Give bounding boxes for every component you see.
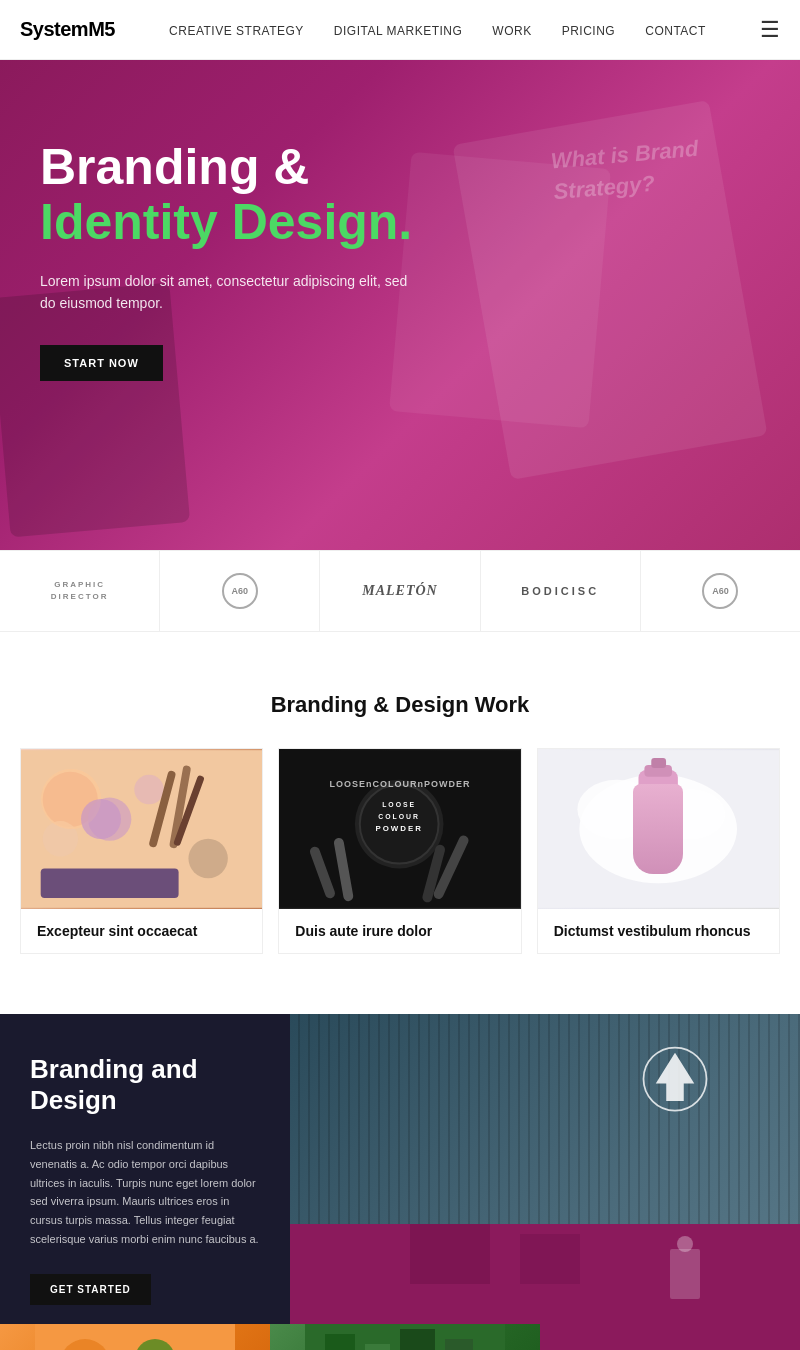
work-card-1-caption: Excepteur sint occaecat: [21, 909, 262, 953]
work-card-3-caption: Dictumst vestibulum rhoncus: [538, 909, 779, 953]
hero-title-line2: Identity Design.: [40, 195, 460, 250]
nav-item-digital[interactable]: DIGITAL MARKETING: [334, 21, 463, 39]
hero-subtitle: Lorem ipsum dolor sit amet, consectetur …: [40, 270, 420, 315]
work-card-1-image: [21, 749, 262, 909]
bottom-img-1-svg: [0, 1324, 270, 1350]
nav-link-pricing[interactable]: PRICING: [562, 24, 616, 38]
logo-bar-item-4: BODICISC: [481, 551, 641, 631]
hero-cta-button[interactable]: START NOW: [40, 345, 163, 381]
logo-5: A60: [702, 573, 738, 609]
bottom-right-text: Corporate Identity: [540, 1324, 800, 1350]
work-section-title: Branding & Design Work: [20, 692, 780, 718]
logo-bar-item-3: Maletón: [320, 551, 480, 631]
nav-link-contact[interactable]: CONTACT: [645, 24, 706, 38]
powder-svg: LOOSE COLOUR POWDER: [279, 749, 520, 909]
svg-point-4: [134, 775, 164, 805]
bottom-img-2-svg: [270, 1324, 540, 1350]
brand-logo[interactable]: SystemM5: [20, 18, 115, 41]
logo-bar-item-1: GRAPHICDIRECTOR: [0, 551, 160, 631]
svg-point-9: [188, 839, 227, 878]
feature-section: Branding and Design Lectus proin nibh ni…: [0, 1014, 800, 1324]
nav-item-contact[interactable]: CONTACT: [645, 21, 706, 39]
svg-text:VENUS: VENUS: [648, 814, 668, 820]
logo-2: A60: [222, 573, 258, 609]
svg-text:POWDER: POWDER: [376, 824, 423, 833]
svg-point-2: [88, 797, 131, 840]
feature-title: Branding and Design: [30, 1054, 260, 1116]
bottom-teaser: Corporate Identity: [0, 1324, 800, 1350]
work-section: Branding & Design Work Excepteur s: [0, 632, 800, 994]
lotion-svg: VENUS: [538, 749, 779, 909]
logo-1: GRAPHICDIRECTOR: [51, 579, 109, 603]
work-card-2-image: LOOSE COLOUR POWDER: [279, 749, 520, 909]
hero-section: What is BrandStrategy? Branding & Identi…: [0, 60, 800, 550]
svg-point-22: [577, 780, 656, 839]
svg-rect-40: [325, 1334, 355, 1350]
hero-content: Branding & Identity Design. Lorem ipsum …: [0, 60, 500, 421]
work-card-2-caption: Duis aute irure dolor: [279, 909, 520, 953]
bottom-image-2: [270, 1324, 540, 1350]
logo-bar-item-5: A60: [641, 551, 800, 631]
navbar: SystemM5 CREATIVE STRATEGY DIGITAL MARKE…: [0, 0, 800, 60]
logo-3: Maletón: [362, 583, 437, 599]
feature-cta-button[interactable]: GET STARTED: [30, 1274, 151, 1305]
svg-rect-35: [35, 1324, 235, 1350]
svg-point-23: [656, 790, 725, 839]
nav-links: CREATIVE STRATEGY DIGITAL MARKETING WORK…: [169, 21, 706, 39]
svg-point-3: [43, 821, 78, 856]
feature-left-panel: Branding and Design Lectus proin nibh ni…: [0, 1014, 290, 1324]
svg-text:LOOSE: LOOSE: [383, 801, 417, 808]
nav-item-creative[interactable]: CREATIVE STRATEGY: [169, 21, 304, 39]
svg-rect-32: [520, 1234, 580, 1284]
work-card-3[interactable]: VENUS Dictumst vestibulum rhoncus: [537, 748, 780, 954]
svg-text:COLOUR: COLOUR: [379, 813, 421, 820]
bottom-left-images: [0, 1324, 540, 1350]
nav-link-work[interactable]: WORK: [492, 24, 531, 38]
svg-rect-31: [410, 1224, 490, 1284]
svg-rect-42: [400, 1329, 435, 1350]
logo-bar: GRAPHICDIRECTOR A60 Maletón BODICISC A60: [0, 550, 800, 632]
hero-overlay-text: What is BrandStrategy?: [550, 134, 703, 208]
work-grid: Excepteur sint occaecat LOOSE COLOUR POW…: [20, 748, 780, 954]
feature-left-content: Branding and Design Lectus proin nibh ni…: [30, 1054, 260, 1249]
logo-4: BODICISC: [521, 585, 599, 597]
hamburger-icon[interactable]: ☰: [760, 17, 780, 43]
feature-body: Lectus proin nibh nisl condimentum id ve…: [30, 1136, 260, 1248]
svg-rect-43: [445, 1339, 473, 1350]
tree-svg: [640, 1044, 710, 1114]
nav-link-creative[interactable]: CREATIVE STRATEGY: [169, 24, 304, 38]
svg-marker-29: [656, 1053, 695, 1101]
work-card-1[interactable]: Excepteur sint occaecat: [20, 748, 263, 954]
feature-maroon-strip: [290, 1224, 800, 1324]
hero-title-line1: Branding &: [40, 140, 460, 195]
feature-logo: [640, 1044, 720, 1124]
svg-rect-41: [365, 1344, 390, 1350]
svg-rect-26: [651, 758, 666, 768]
nav-item-pricing[interactable]: PRICING: [562, 21, 616, 39]
bottom-image-1: [0, 1324, 270, 1350]
building-scene: [290, 1224, 800, 1324]
work-card-3-image: VENUS: [538, 749, 779, 909]
svg-rect-24: [638, 770, 677, 849]
makeup-svg: [21, 749, 262, 909]
nav-item-work[interactable]: WORK: [492, 21, 531, 39]
nav-link-digital[interactable]: DIGITAL MARKETING: [334, 24, 463, 38]
logo-bar-item-2: A60: [160, 551, 320, 631]
svg-rect-33: [670, 1249, 700, 1299]
svg-rect-8: [41, 868, 179, 898]
svg-point-1: [43, 772, 98, 827]
svg-point-34: [677, 1236, 693, 1252]
work-card-2[interactable]: LOOSE COLOUR POWDER Duis aute irure dolo…: [278, 748, 521, 954]
feature-right-panel: [290, 1014, 800, 1324]
